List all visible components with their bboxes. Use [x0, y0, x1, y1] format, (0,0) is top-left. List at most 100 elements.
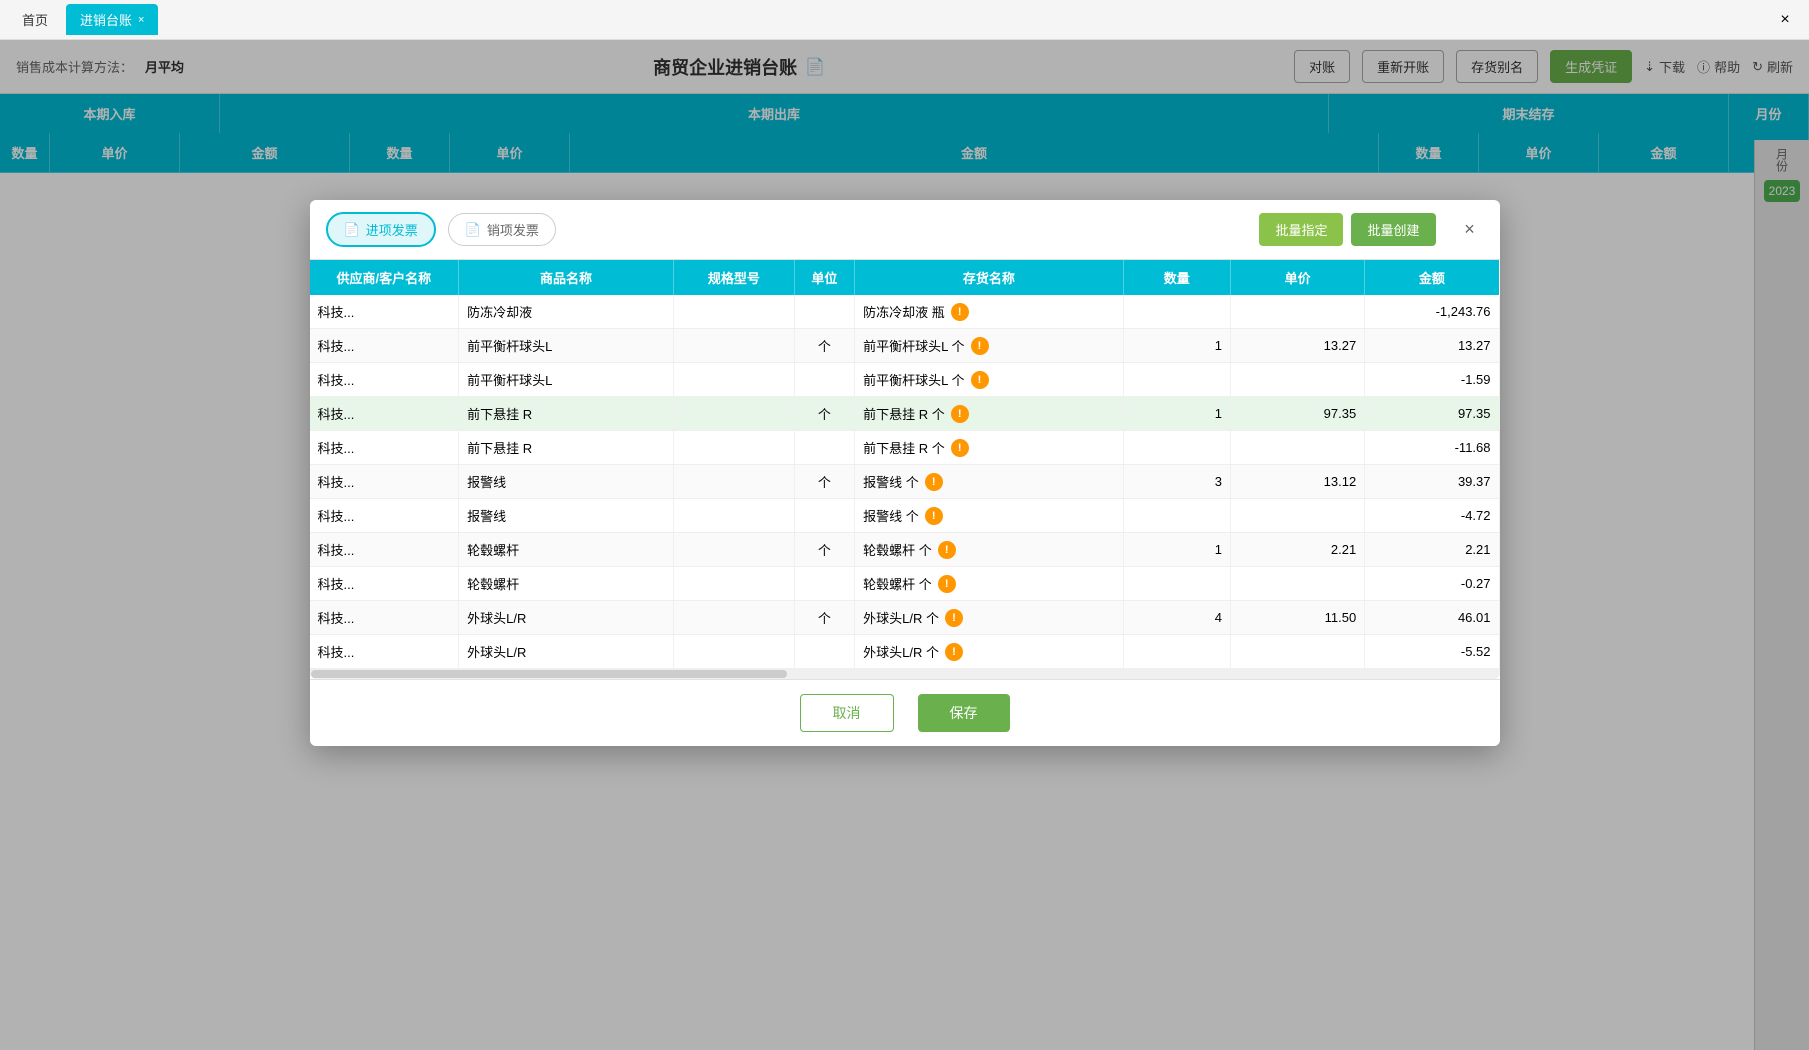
- window-close-button[interactable]: ×: [1769, 4, 1801, 36]
- tab-close-icon[interactable]: ×: [138, 14, 144, 26]
- table-row: 科技...外球头L/R个 外球头L/R 个 ! 411.5046.01: [310, 601, 1500, 635]
- cell-unit: [794, 567, 854, 601]
- inventory-name: 防冻冷却液 瓶: [863, 302, 945, 321]
- table-row: 科技...轮毂螺杆个 轮毂螺杆 个 ! 12.212.21: [310, 533, 1500, 567]
- inventory-name: 报警线 个: [863, 472, 919, 491]
- cell-price: 11.50: [1230, 601, 1364, 635]
- cell-supplier: 科技...: [310, 567, 459, 601]
- inventory-name: 前下悬挂 R 个: [863, 438, 945, 457]
- col-supplier: 供应商/客户名称: [310, 260, 459, 295]
- cell-unit: [794, 363, 854, 397]
- cell-amount: -5.52: [1365, 635, 1499, 669]
- table-row: 科技...前下悬挂 R 前下悬挂 R 个 ! -11.68: [310, 431, 1500, 465]
- cell-price: [1230, 431, 1364, 465]
- cell-spec: [673, 601, 794, 635]
- modal-table-container[interactable]: 供应商/客户名称 商品名称 规格型号 单位 存货名称 数量 单价 金额 科技..…: [310, 260, 1500, 669]
- outbound-icon: 📄: [465, 222, 481, 238]
- cell-spec: [673, 295, 794, 329]
- invoice-table: 供应商/客户名称 商品名称 规格型号 单位 存货名称 数量 单价 金额 科技..…: [310, 260, 1500, 669]
- cell-supplier: 科技...: [310, 363, 459, 397]
- cell-unit: 个: [794, 329, 854, 363]
- batch-assign-button[interactable]: 批量指定: [1259, 213, 1343, 246]
- table-row: 科技...防冻冷却液 防冻冷却液 瓶 ! -1,243.76: [310, 295, 1500, 329]
- cell-supplier: 科技...: [310, 635, 459, 669]
- cell-amount: -1.59: [1365, 363, 1499, 397]
- modal-action-buttons: 批量指定 批量创建: [1259, 213, 1435, 246]
- cell-supplier: 科技...: [310, 397, 459, 431]
- cell-inventory: 外球头L/R 个 !: [855, 601, 1123, 635]
- inventory-name: 报警线 个: [863, 506, 919, 525]
- batch-create-button[interactable]: 批量创建: [1351, 213, 1435, 246]
- modal-dialog: 📄 进项发票 📄 销项发票 批量指定 批量创建 ×: [310, 200, 1500, 746]
- cell-amount: 46.01: [1365, 601, 1499, 635]
- cell-unit: [794, 431, 854, 465]
- cancel-button[interactable]: 取消: [800, 694, 894, 732]
- tab-active-label: 进销台账: [80, 10, 132, 29]
- col-unit: 单位: [794, 260, 854, 295]
- cell-inventory: 防冻冷却液 瓶 !: [855, 295, 1123, 329]
- table-row: 科技...外球头L/R 外球头L/R 个 ! -5.52: [310, 635, 1500, 669]
- inventory-name: 前平衡杆球头L 个: [863, 336, 964, 355]
- cell-amount: -0.27: [1365, 567, 1499, 601]
- cell-product: 轮毂螺杆: [459, 567, 674, 601]
- table-row: 科技...前平衡杆球头L个 前平衡杆球头L 个 ! 113.2713.27: [310, 329, 1500, 363]
- warning-icon: !: [951, 405, 969, 423]
- cell-product: 轮毂螺杆: [459, 533, 674, 567]
- cell-amount: -11.68: [1365, 431, 1499, 465]
- cell-qty: [1123, 363, 1230, 397]
- table-row: 科技...前下悬挂 R个 前下悬挂 R 个 ! 197.3597.35: [310, 397, 1500, 431]
- tab-active[interactable]: 进销台账 ×: [66, 4, 158, 35]
- cell-inventory: 前平衡杆球头L 个 !: [855, 329, 1123, 363]
- cell-product: 防冻冷却液: [459, 295, 674, 329]
- tab-outbound-invoice[interactable]: 📄 销项发票: [448, 213, 556, 246]
- modal-close-button[interactable]: ×: [1456, 216, 1484, 244]
- cell-product: 前平衡杆球头L: [459, 329, 674, 363]
- cell-price: 97.35: [1230, 397, 1364, 431]
- horizontal-scrollbar[interactable]: [310, 669, 1500, 679]
- cell-qty: 3: [1123, 465, 1230, 499]
- modal-backdrop: 📄 进项发票 📄 销项发票 批量指定 批量创建 ×: [0, 40, 1809, 1050]
- cell-supplier: 科技...: [310, 295, 459, 329]
- cell-inventory: 前下悬挂 R 个 !: [855, 431, 1123, 465]
- cell-amount: 39.37: [1365, 465, 1499, 499]
- inventory-name: 轮毂螺杆 个: [863, 574, 932, 593]
- warning-icon: !: [971, 371, 989, 389]
- col-amount: 金额: [1365, 260, 1499, 295]
- cell-unit: [794, 499, 854, 533]
- tab-inbound-label: 进项发票: [366, 220, 418, 239]
- cell-price: 2.21: [1230, 533, 1364, 567]
- col-qty: 数量: [1123, 260, 1230, 295]
- cell-unit: 个: [794, 601, 854, 635]
- cell-inventory: 外球头L/R 个 !: [855, 635, 1123, 669]
- cell-unit: 个: [794, 397, 854, 431]
- scrollbar-thumb[interactable]: [311, 670, 787, 678]
- cell-product: 外球头L/R: [459, 635, 674, 669]
- tab-inbound-invoice[interactable]: 📄 进项发票: [326, 212, 436, 247]
- warning-icon: !: [951, 439, 969, 457]
- cell-spec: [673, 431, 794, 465]
- col-product: 商品名称: [459, 260, 674, 295]
- cell-unit: [794, 635, 854, 669]
- cell-qty: [1123, 567, 1230, 601]
- cell-inventory: 轮毂螺杆 个 !: [855, 533, 1123, 567]
- save-button[interactable]: 保存: [918, 694, 1010, 732]
- tab-home[interactable]: 首页: [8, 4, 62, 35]
- table-body: 科技...防冻冷却液 防冻冷却液 瓶 ! -1,243.76科技...前平衡杆球…: [310, 295, 1500, 669]
- tab-home-label: 首页: [22, 10, 48, 29]
- cell-amount: -1,243.76: [1365, 295, 1499, 329]
- inventory-name: 外球头L/R 个: [863, 642, 939, 661]
- cell-qty: 1: [1123, 533, 1230, 567]
- cell-price: [1230, 295, 1364, 329]
- col-price: 单价: [1230, 260, 1364, 295]
- modal-footer: 取消 保存: [310, 679, 1500, 746]
- cell-price: [1230, 635, 1364, 669]
- warning-icon: !: [971, 337, 989, 355]
- cell-unit: 个: [794, 465, 854, 499]
- cell-supplier: 科技...: [310, 499, 459, 533]
- cell-supplier: 科技...: [310, 329, 459, 363]
- warning-icon: !: [938, 575, 956, 593]
- cell-qty: 4: [1123, 601, 1230, 635]
- col-spec: 规格型号: [673, 260, 794, 295]
- warning-icon: !: [945, 643, 963, 661]
- cell-price: [1230, 567, 1364, 601]
